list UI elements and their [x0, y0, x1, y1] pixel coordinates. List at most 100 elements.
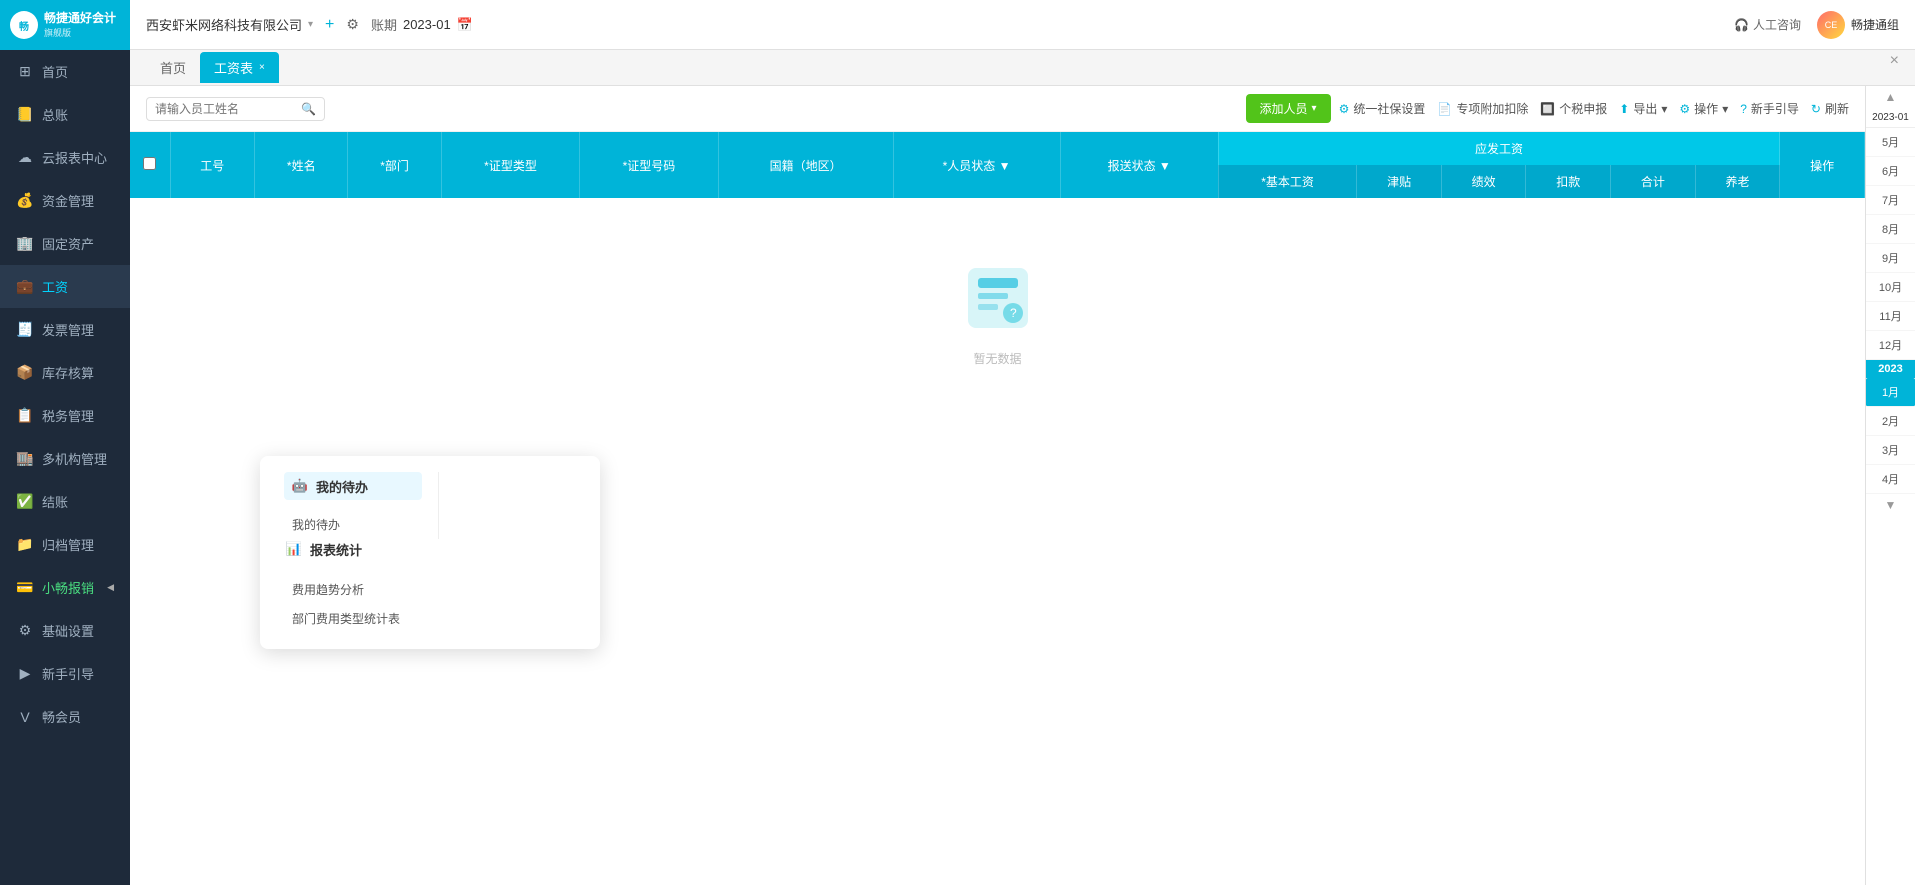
sidebar-item-new-guide[interactable]: ▶ 新手引导 [0, 652, 130, 695]
operation-button[interactable]: ⚙ 操作 ▾ [1679, 100, 1728, 117]
timeline-month-4[interactable]: 4月 [1866, 465, 1915, 494]
timeline-month-11[interactable]: 11月 [1866, 302, 1915, 331]
tax-deduct-button[interactable]: 📄 专项附加扣除 [1437, 100, 1528, 117]
popup-divider [438, 472, 439, 539]
company-name: 西安虾米网络科技有限公司 [146, 15, 302, 34]
multi-org-icon: 🏬 [16, 450, 34, 467]
timeline-down-button[interactable]: ▼ [1866, 494, 1915, 516]
sidebar-item-archive[interactable]: 📁 归档管理 [0, 523, 130, 566]
empty-text: 暂无数据 [973, 350, 1021, 367]
popup-grid: 🤖 我的待办 我的待办 📊 报表统计 费用趋势分析 部门费用类型统计表 [276, 472, 584, 633]
company-selector[interactable]: 西安虾米网络科技有限公司 ▾ [146, 15, 313, 34]
sidebar-label-archive: 归档管理 [42, 535, 94, 554]
add-person-button[interactable]: 添加人员 ▾ [1246, 94, 1331, 123]
period-selector[interactable]: 账期 2023-01 📅 [371, 15, 473, 34]
search-wrap: 🔍 [146, 97, 325, 121]
topbar-settings-icon[interactable]: ⚙ [346, 16, 359, 33]
operation-label: 操作 [1694, 100, 1718, 117]
new-guide-button[interactable]: ? 新手引导 [1740, 100, 1799, 117]
sidebar-item-fund[interactable]: 💰 资金管理 [0, 179, 130, 222]
personal-tax-button[interactable]: 🔲 个税申报 [1540, 100, 1607, 117]
sidebar-item-xiao-chang[interactable]: 💳 小畅报销 ◀ [0, 566, 130, 609]
select-all-checkbox[interactable] [143, 157, 156, 170]
th-total: 合计 [1611, 165, 1696, 198]
toolbar-actions: ⚙ 统一社保设置 📄 专项附加扣除 🔲 个税申报 ⬆ 导出 ▾ [1339, 100, 1849, 117]
timeline-month-5[interactable]: 5月 [1866, 128, 1915, 157]
th-basic-salary: *基本工资 [1218, 165, 1356, 198]
add-person-label: 添加人员 [1260, 100, 1308, 117]
th-id-type: *证型类型 [441, 132, 579, 198]
sidebar-item-multi-org[interactable]: 🏬 多机构管理 [0, 437, 130, 480]
add-company-button[interactable]: + [325, 16, 334, 34]
logo-title: 畅捷通好会计 [44, 11, 116, 25]
sidebar-label-tax: 税务管理 [42, 406, 94, 425]
sidebar-label-guide: 新手引导 [42, 664, 94, 683]
search-input[interactable] [155, 102, 295, 116]
sidebar-label-salary: 工资 [42, 277, 68, 296]
headset-icon: 🎧 [1734, 18, 1749, 32]
timeline-month-12[interactable]: 12月 [1866, 331, 1915, 360]
sidebar-label-assets: 固定资产 [42, 234, 94, 253]
content-area: 🔍 添加人员 ▾ ⚙ 统一社保设置 📄 专项附加扣除 [130, 86, 1915, 885]
export-button[interactable]: ⬆ 导出 ▾ [1619, 100, 1667, 117]
sidebar-item-inventory[interactable]: 📦 库存核算 [0, 351, 130, 394]
timeline-month-8[interactable]: 8月 [1866, 215, 1915, 244]
empty-icon: ? [958, 258, 1038, 338]
timeline-up-button[interactable]: ▲ [1866, 86, 1915, 108]
user-info[interactable]: CE 畅捷通组 [1817, 11, 1899, 39]
settlement-icon: ✅ [16, 493, 34, 510]
th-deduct: 扣款 [1526, 165, 1611, 198]
sidebar-item-settlement[interactable]: ✅ 结账 [0, 480, 130, 523]
timeline-current: 2023-01 [1866, 108, 1915, 128]
sidebar-item-member[interactable]: V 畅会员 [0, 695, 130, 738]
timeline-month-6[interactable]: 6月 [1866, 157, 1915, 186]
popup-col-1: 🤖 我的待办 我的待办 [276, 472, 430, 539]
search-icon[interactable]: 🔍 [301, 102, 316, 116]
th-operation: 操作 [1780, 132, 1865, 198]
sidebar-item-basic-settings[interactable]: ⚙ 基础设置 [0, 609, 130, 652]
th-allowance: 津贴 [1357, 165, 1442, 198]
sidebar-item-invoice[interactable]: 🧾 发票管理 [0, 308, 130, 351]
sidebar-item-fixed-assets[interactable]: 🏢 固定资产 [0, 222, 130, 265]
tab-salary[interactable]: 工资表 × [200, 52, 279, 83]
tab-salary-label: 工资表 [214, 58, 253, 77]
topbar: 西安虾米网络科技有限公司 ▾ + ⚙ 账期 2023-01 📅 🎧 人工咨询 C… [130, 0, 1915, 50]
popup-item-dept-cost[interactable]: 部门费用类型统计表 [284, 604, 422, 633]
sidebar-item-tax[interactable]: 📋 税务管理 [0, 394, 130, 437]
refresh-button[interactable]: ↻ 刷新 [1811, 100, 1849, 117]
sidebar-label-fund: 资金管理 [42, 191, 94, 210]
sidebar-item-salary[interactable]: 💼 工资 [0, 265, 130, 308]
operation-icon: ⚙ [1679, 102, 1690, 116]
export-label: 导出 [1633, 100, 1657, 117]
th-dept: *部门 [348, 132, 441, 198]
th-checkbox[interactable] [130, 132, 170, 198]
sidebar-label-home: 首页 [42, 62, 68, 81]
social-insurance-label: 统一社保设置 [1353, 100, 1425, 117]
th-nationality: 国籍（地区） [718, 132, 893, 198]
timeline-month-1[interactable]: 1月 [1866, 378, 1915, 407]
popup-item-cost-trend[interactable]: 费用趋势分析 [284, 575, 422, 604]
th-bonus: 绩效 [1441, 165, 1526, 198]
calendar-icon[interactable]: 📅 [457, 17, 473, 33]
timeline-month-2[interactable]: 2月 [1866, 407, 1915, 436]
empty-state: ? 暂无数据 [130, 198, 1865, 427]
timeline-month-9[interactable]: 9月 [1866, 244, 1915, 273]
sidebar-item-ledger[interactable]: 📒 总账 [0, 93, 130, 136]
popup-item-my-todo[interactable]: 我的待办 [284, 510, 422, 539]
social-insurance-button[interactable]: ⚙ 统一社保设置 [1339, 100, 1426, 117]
sidebar-item-home[interactable]: ⊞ 首页 [0, 50, 130, 93]
tab-close-icon[interactable]: × [259, 62, 265, 73]
support-label: 人工咨询 [1753, 16, 1801, 33]
logo-icon: 畅 [10, 11, 38, 39]
sidebar-label-inventory: 库存核算 [42, 363, 94, 382]
global-close-button[interactable]: × [1890, 52, 1899, 70]
timeline-month-10[interactable]: 10月 [1866, 273, 1915, 302]
timeline-month-7[interactable]: 7月 [1866, 186, 1915, 215]
right-timeline: ▲ 2023-01 5月 6月 7月 8月 9月 10月 11月 12月 202… [1865, 86, 1915, 885]
company-chevron-icon: ▾ [308, 19, 313, 30]
timeline-month-3[interactable]: 3月 [1866, 436, 1915, 465]
support-button[interactable]: 🎧 人工咨询 [1734, 16, 1801, 33]
tax-deduct-label: 专项附加扣除 [1456, 100, 1528, 117]
sidebar-item-cloud-report[interactable]: ☁ 云报表中心 [0, 136, 130, 179]
tab-home[interactable]: 首页 [146, 52, 200, 83]
